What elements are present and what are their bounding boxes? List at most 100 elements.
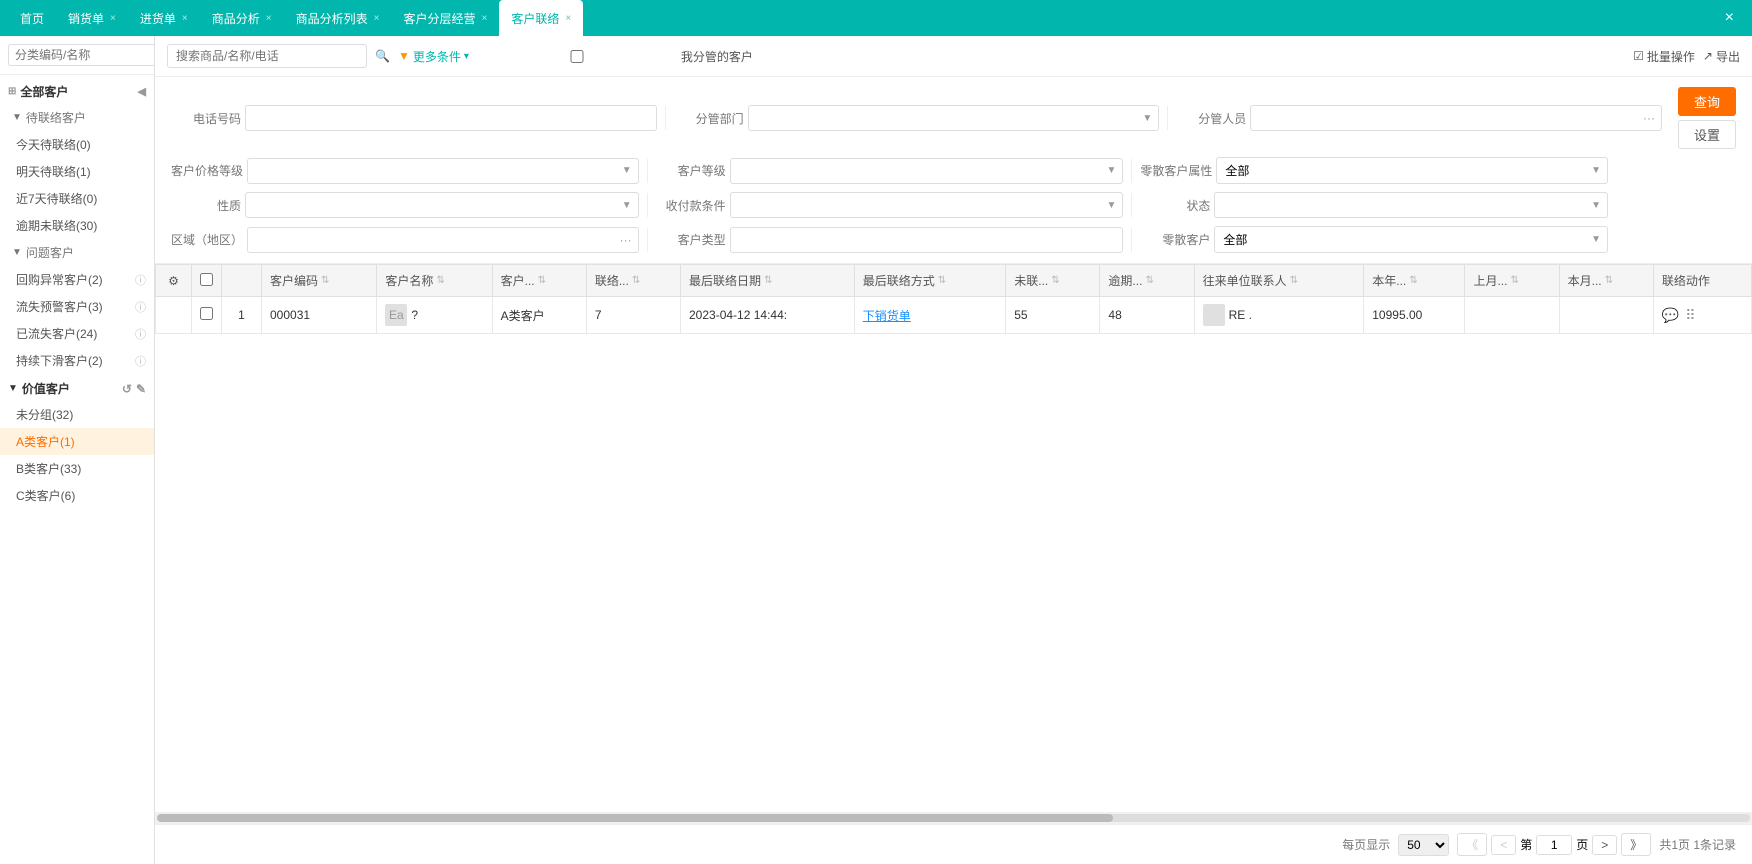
filter-region: 区域（地区） ···	[171, 227, 639, 253]
row-checkbox-cell[interactable]	[192, 297, 222, 334]
main-search-button[interactable]: 🔍	[375, 49, 390, 63]
page-size-select[interactable]: 50 100 200	[1398, 834, 1449, 856]
name-sort-icon[interactable]: ⇅	[436, 275, 444, 286]
my-customers-checkbox-label[interactable]: 我分管的客户	[477, 48, 753, 65]
last-method-sort-icon[interactable]: ⇅	[938, 275, 946, 286]
nav-goods-analysis[interactable]: 商品分析 ×	[200, 0, 284, 36]
qr-icon[interactable]: ⠿	[1685, 307, 1695, 324]
last-month-sort-icon[interactable]: ⇅	[1510, 275, 1518, 286]
sidebar-item-churn-warning[interactable]: 流失预警客户(3) ⓘ	[0, 293, 154, 320]
row-code: 000031	[270, 308, 310, 322]
sidebar-pending-section[interactable]: ▼ 待联络客户	[0, 104, 154, 131]
nav-goods-analysis-list-close[interactable]: ×	[374, 13, 380, 24]
nav-purchase-close[interactable]: ×	[182, 13, 188, 24]
edit-icon[interactable]: ✎	[136, 382, 146, 396]
nav-sales[interactable]: 销货单 ×	[56, 0, 128, 36]
settings-button[interactable]: 设置	[1678, 120, 1736, 149]
filter-price-level-dropdown[interactable]: ▼	[247, 158, 639, 184]
batch-op-button[interactable]: ☑ 批量操作	[1633, 48, 1695, 65]
region-more-icon: ···	[620, 233, 632, 247]
filter-phone-input[interactable]	[245, 105, 657, 131]
filter-dept-dropdown[interactable]: ▼	[748, 105, 1160, 131]
sidebar-search-input[interactable]	[8, 44, 155, 66]
filter-nature: 性质 ▼	[171, 192, 639, 218]
filter-manager-input[interactable]: ···	[1250, 105, 1662, 131]
nav-customer-contact-close[interactable]: ×	[565, 13, 571, 24]
overdue-sort-icon[interactable]: ⇅	[1145, 275, 1153, 286]
filter-retail-attr-dropdown[interactable]: 全部 ▼	[1216, 157, 1608, 184]
filter-customer-level-dropdown[interactable]: ▼	[730, 158, 1124, 184]
sidebar-item-churned[interactable]: 已流失客户(24) ⓘ	[0, 320, 154, 347]
filter-icon: ▼	[398, 49, 410, 63]
sidebar-item-type-a[interactable]: A类客户(1)	[0, 428, 154, 455]
horizontal-scrollbar[interactable]	[155, 812, 1752, 824]
last-page-button[interactable]: 》	[1621, 833, 1651, 856]
filter-payment-dropdown[interactable]: ▼	[730, 192, 1124, 218]
filter-retail-customer-dropdown[interactable]: 全部 ▼	[1214, 226, 1608, 253]
refresh-icon[interactable]: ↺	[122, 382, 132, 396]
sidebar-problem-section[interactable]: ▼ 问题客户	[0, 239, 154, 266]
col-checkbox[interactable]	[192, 265, 222, 297]
sidebar-item-declining[interactable]: 持续下滑客户(2) ⓘ	[0, 347, 154, 374]
nav-sales-close[interactable]: ×	[110, 13, 116, 24]
pagination-bar: 每页显示 50 100 200 《 < 第 页 > 》 共1页 1条记录	[155, 824, 1752, 864]
nav-home[interactable]: 首页	[8, 0, 56, 36]
filter-phone-label: 电话号码	[171, 110, 241, 127]
contact-sort-icon[interactable]: ⇅	[632, 275, 640, 286]
row-no-contact-cell: 55	[1006, 297, 1100, 334]
next-page-button[interactable]: >	[1592, 835, 1617, 855]
prev-page-button[interactable]: <	[1491, 835, 1516, 855]
my-customers-checkbox[interactable]	[477, 50, 677, 63]
filter-status-dropdown[interactable]: ▼	[1214, 192, 1608, 218]
current-page-input[interactable]	[1536, 835, 1572, 855]
col-settings[interactable]: ⚙	[156, 265, 192, 297]
nav-goods-analysis-list[interactable]: 商品分析列表 ×	[284, 0, 392, 36]
content-area: 🔍 ▼ 更多条件 ▾ 我分管的客户 ☑ 批量操作 ↗ 导出	[155, 36, 1752, 864]
sidebar-item-type-c[interactable]: C类客户(6)	[0, 482, 154, 509]
main-search-input[interactable]	[167, 44, 367, 68]
filter-region-input[interactable]: ···	[247, 227, 639, 253]
nav-purchase[interactable]: 进货单 ×	[128, 0, 200, 36]
no-contact-sort-icon[interactable]: ⇅	[1051, 275, 1059, 286]
sidebar-item-7days[interactable]: 近7天待联络(0)	[0, 185, 154, 212]
collapse-icon[interactable]: ◀	[138, 85, 146, 98]
grid-icon: ⊞	[8, 86, 16, 97]
filter-customer-type-input[interactable]	[730, 227, 1124, 253]
row-checkbox[interactable]	[200, 307, 213, 320]
type-sort-icon[interactable]: ⇅	[538, 275, 546, 286]
code-sort-icon[interactable]: ⇅	[321, 275, 329, 286]
info-icon-2: ⓘ	[135, 326, 146, 342]
sidebar-item-ungrouped[interactable]: 未分组(32)	[0, 401, 154, 428]
this-month-sort-icon[interactable]: ⇅	[1605, 275, 1613, 286]
filter-payment-label: 收付款条件	[656, 197, 726, 214]
last-date-sort-icon[interactable]: ⇅	[764, 275, 772, 286]
nav-goods-analysis-close[interactable]: ×	[266, 13, 272, 24]
scrollbar-thumb[interactable]	[157, 814, 1113, 822]
customer-type: A类客户	[501, 309, 545, 323]
sidebar-item-repurchase-abnormal[interactable]: 回购异常客户(2) ⓘ	[0, 266, 154, 293]
sidebar-item-overdue[interactable]: 逾期未联络(30)	[0, 212, 154, 239]
sidebar-all-customers-header[interactable]: ⊞ 全部客户 ◀	[0, 75, 154, 104]
window-close-button[interactable]: ×	[1715, 9, 1744, 27]
scrollbar-track[interactable]	[157, 814, 1750, 822]
sidebar-item-type-b[interactable]: B类客户(33)	[0, 455, 154, 482]
nav-customer-tier-close[interactable]: ×	[481, 13, 487, 24]
nav-customer-contact[interactable]: 客户联络 ×	[499, 0, 583, 36]
this-year-sort-icon[interactable]: ⇅	[1409, 275, 1417, 286]
export-button[interactable]: ↗ 导出	[1703, 48, 1740, 65]
info-icon-0: ⓘ	[135, 272, 146, 288]
unit-contact-sort-icon[interactable]: ⇅	[1290, 275, 1298, 286]
select-all-checkbox[interactable]	[200, 273, 213, 286]
sidebar-value-section[interactable]: ▼ 价值客户 ↺ ✎	[0, 374, 154, 401]
query-button[interactable]: 查询	[1678, 87, 1736, 116]
chat-icon[interactable]: 💬	[1662, 307, 1679, 324]
sidebar-item-today[interactable]: 今天待联络(0)	[0, 131, 154, 158]
last-contact-method[interactable]: 下销货单	[863, 309, 911, 323]
table-header-row: ⚙ 客户编码 ⇅ 客户名称 ⇅	[156, 265, 1752, 297]
col-last-date: 最后联络日期 ⇅	[681, 265, 855, 297]
sidebar-item-tomorrow[interactable]: 明天待联络(1)	[0, 158, 154, 185]
nav-customer-tier[interactable]: 客户分层经营 ×	[391, 0, 499, 36]
more-filters-button[interactable]: ▼ 更多条件 ▾	[398, 48, 469, 65]
first-page-button[interactable]: 《	[1457, 833, 1487, 856]
filter-nature-dropdown[interactable]: ▼	[245, 192, 639, 218]
